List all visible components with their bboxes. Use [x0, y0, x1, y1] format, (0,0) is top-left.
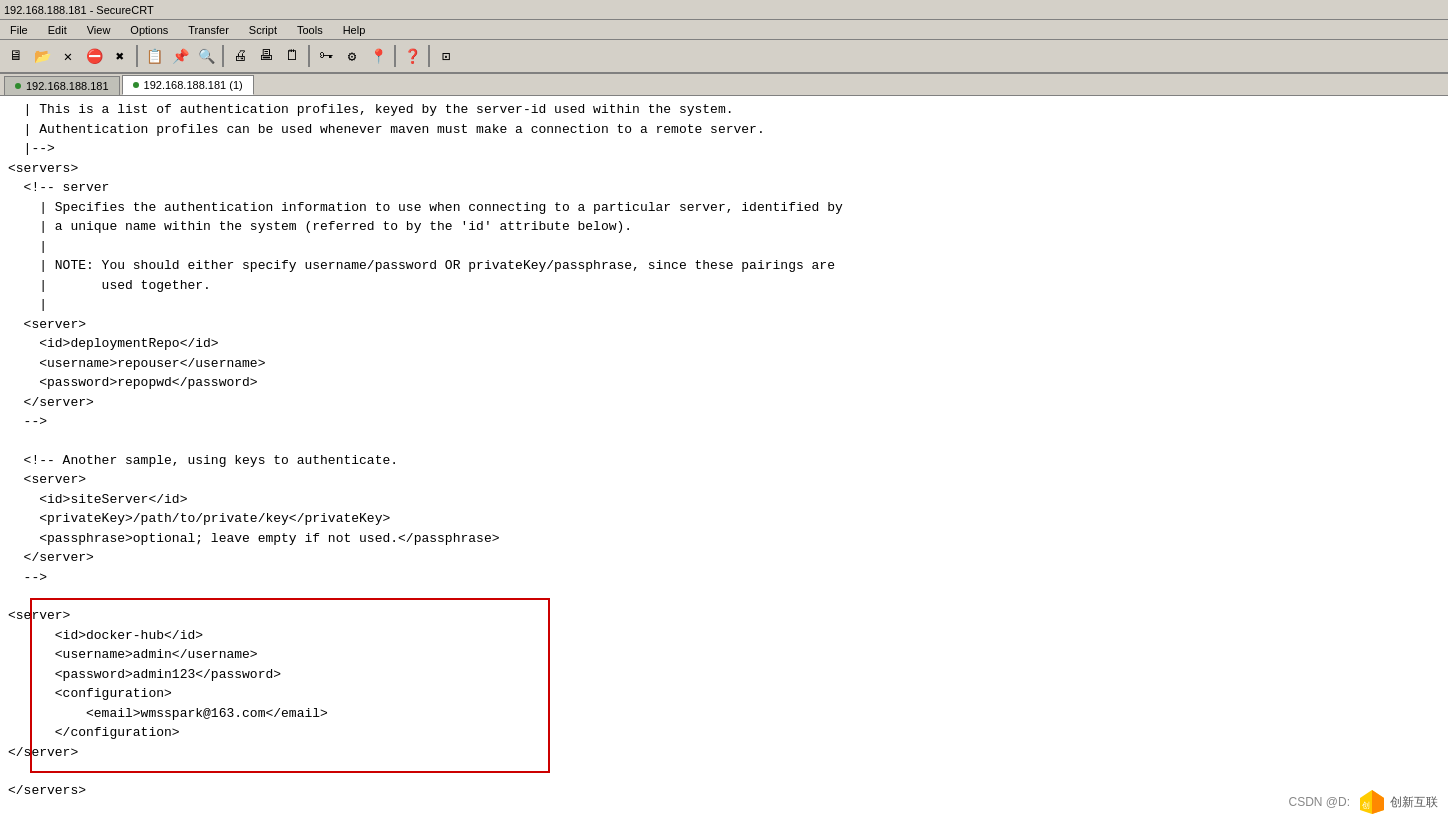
code-line-28: <id>docker-hub</id> — [0, 626, 1448, 646]
code-line-32: <email>wmsspark@163.com</email> — [0, 704, 1448, 724]
code-line-22: <privateKey>/path/to/private/key</privat… — [0, 509, 1448, 529]
print-preview-button[interactable]: 🖨 — [228, 44, 252, 68]
paste-button[interactable]: 📌 — [168, 44, 192, 68]
svg-text:创: 创 — [1362, 801, 1370, 810]
code-line-25: --> — [0, 568, 1448, 588]
tab-bar: 192.168.188.181 192.168.188.181 (1) — [0, 74, 1448, 96]
fullscreen-button[interactable]: ⊡ — [434, 44, 458, 68]
code-line-1: | This is a list of authentication profi… — [0, 100, 1448, 120]
code-line-34: </server> — [0, 743, 1448, 763]
disconnect-button[interactable]: ⛔ — [82, 44, 106, 68]
code-line-27: <server> — [0, 606, 1448, 626]
code-line-31: <configuration> — [0, 684, 1448, 704]
code-line-15: <password>repopwd</password> — [0, 373, 1448, 393]
print-button3[interactable]: 🗒 — [280, 44, 304, 68]
code-line-24: </server> — [0, 548, 1448, 568]
close-tab-button[interactable]: ✕ — [56, 44, 80, 68]
title-bar: 192.168.188.181 - SecureCRT — [0, 0, 1448, 20]
code-line-26 — [0, 587, 1448, 606]
watermark-text: CSDN @D: — [1288, 793, 1350, 811]
menu-script[interactable]: Script — [243, 23, 283, 37]
title-text: 192.168.188.181 - SecureCRT — [4, 4, 154, 16]
tab-indicator-2 — [133, 82, 139, 88]
menu-view[interactable]: View — [81, 23, 117, 37]
toolbar: 🖥 📂 ✕ ⛔ ✖ 📋 📌 🔍 🖨 🖶 🗒 🗝 ⚙ 📍 ❓ ⊡ — [0, 40, 1448, 74]
new-session-button[interactable]: 🖥 — [4, 44, 28, 68]
code-line-30: <password>admin123</password> — [0, 665, 1448, 685]
options-button[interactable]: ⚙ — [340, 44, 364, 68]
copy-button[interactable]: 📋 — [142, 44, 166, 68]
code-line-5: <!-- server — [0, 178, 1448, 198]
content-area[interactable]: | This is a list of authentication profi… — [0, 96, 1448, 820]
menu-tools[interactable]: Tools — [291, 23, 329, 37]
logo-icon: 创 — [1358, 788, 1386, 816]
code-line-21: <id>siteServer</id> — [0, 490, 1448, 510]
code-line-2: | Authentication profiles can be used wh… — [0, 120, 1448, 140]
pin-button[interactable]: 📍 — [366, 44, 390, 68]
code-line-16: </server> — [0, 393, 1448, 413]
menu-help[interactable]: Help — [337, 23, 372, 37]
menu-edit[interactable]: Edit — [42, 23, 73, 37]
tab-session-2[interactable]: 192.168.188.181 (1) — [122, 75, 254, 95]
code-line-18 — [0, 432, 1448, 451]
logo-label: 创新互联 — [1390, 793, 1438, 811]
menu-transfer[interactable]: Transfer — [182, 23, 235, 37]
code-line-9: | NOTE: You should either specify userna… — [0, 256, 1448, 276]
toolbar-sep-1 — [136, 45, 138, 67]
print-button2[interactable]: 🖶 — [254, 44, 278, 68]
code-line-11: | — [0, 295, 1448, 315]
code-line-29: <username>admin</username> — [0, 645, 1448, 665]
code-line-33: </configuration> — [0, 723, 1448, 743]
code-line-7: | a unique name within the system (refer… — [0, 217, 1448, 237]
tab-label-2: 192.168.188.181 (1) — [144, 79, 243, 91]
find-button[interactable]: 🔍 — [194, 44, 218, 68]
code-line-8: | — [0, 237, 1448, 257]
menu-bar: File Edit View Options Transfer Script T… — [0, 20, 1448, 40]
tab-session-1[interactable]: 192.168.188.181 — [4, 76, 120, 95]
watermark: CSDN @D: 创 创新互联 — [1288, 788, 1438, 816]
code-line-3: |--> — [0, 139, 1448, 159]
toolbar-sep-5 — [428, 45, 430, 67]
code-line-14: <username>repouser</username> — [0, 354, 1448, 374]
tab-label-1: 192.168.188.181 — [26, 80, 109, 92]
code-line-23: <passphrase>optional; leave empty if not… — [0, 529, 1448, 549]
open-button[interactable]: 📂 — [30, 44, 54, 68]
code-line-12: <server> — [0, 315, 1448, 335]
help-button[interactable]: ❓ — [400, 44, 424, 68]
code-line-13: <id>deploymentRepo</id> — [0, 334, 1448, 354]
toolbar-x-button[interactable]: ✖ — [108, 44, 132, 68]
tab-indicator-1 — [15, 83, 21, 89]
toolbar-sep-3 — [308, 45, 310, 67]
code-line-19: <!-- Another sample, using keys to authe… — [0, 451, 1448, 471]
code-line-10: | used together. — [0, 276, 1448, 296]
key-button[interactable]: 🗝 — [314, 44, 338, 68]
menu-file[interactable]: File — [4, 23, 34, 37]
menu-options[interactable]: Options — [124, 23, 174, 37]
code-line-20: <server> — [0, 470, 1448, 490]
svg-marker-1 — [1372, 790, 1384, 814]
code-line-17: --> — [0, 412, 1448, 432]
code-line-6: | Specifies the authentication informati… — [0, 198, 1448, 218]
code-line-35 — [0, 762, 1448, 781]
watermark-logo: 创 创新互联 — [1358, 788, 1438, 816]
code-line-36: </servers> — [0, 781, 1448, 801]
toolbar-sep-4 — [394, 45, 396, 67]
toolbar-sep-2 — [222, 45, 224, 67]
code-line-4: <servers> — [0, 159, 1448, 179]
